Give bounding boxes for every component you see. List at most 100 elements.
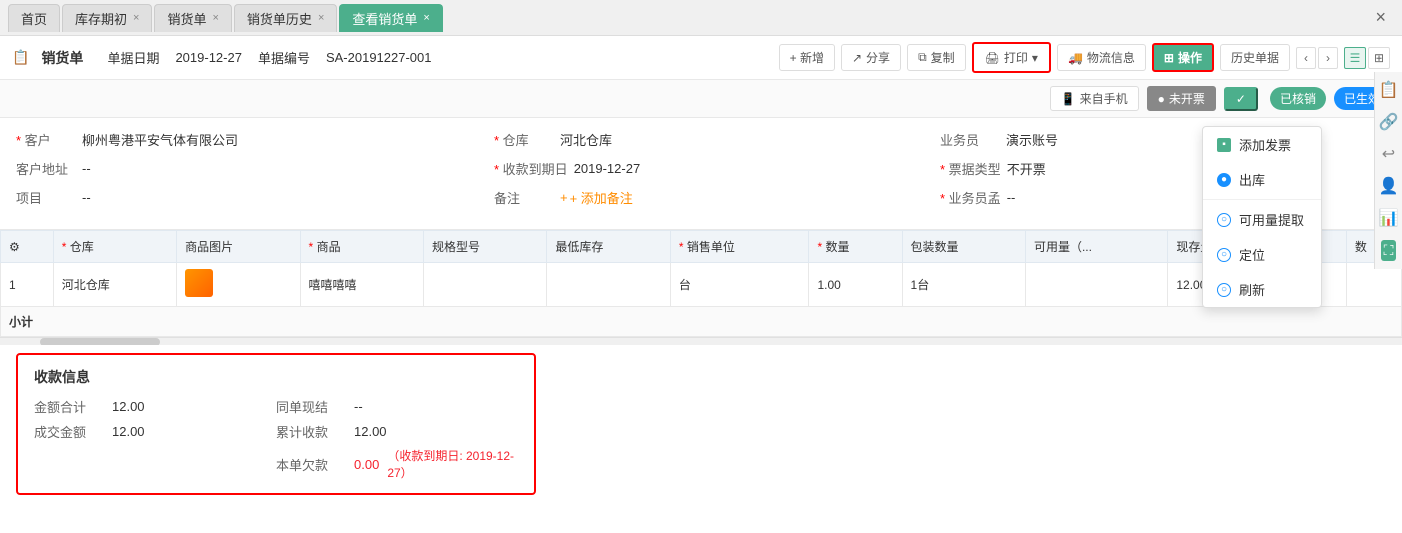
col-pack-qty: 包装数量 bbox=[902, 231, 1025, 263]
summary-box: 收款信息 金额合计 12.00 同单现结 -- 成交金额 12.00 累计收款 … bbox=[16, 353, 536, 495]
tab-view-sales[interactable]: 查看销货单 × bbox=[339, 4, 442, 32]
tab-sales-history-close[interactable]: × bbox=[318, 12, 324, 24]
cell-warehouse: 河北仓库 bbox=[53, 263, 176, 307]
same-order-label: 同单现结 bbox=[276, 397, 346, 416]
address-value: -- bbox=[82, 161, 91, 176]
col-available: 可用量（... bbox=[1025, 231, 1167, 263]
tab-sales-history[interactable]: 销货单历史 × bbox=[234, 4, 337, 32]
right-panel-icon-5[interactable]: 📊 bbox=[1379, 208, 1399, 228]
confirm-button[interactable]: ✓ bbox=[1224, 87, 1258, 111]
warehouse-value: 河北仓库 bbox=[560, 130, 612, 149]
right-panel-icon-4[interactable]: 👤 bbox=[1379, 176, 1399, 196]
logistics-icon: 🚚 bbox=[1068, 51, 1083, 65]
dropdown-divider-1 bbox=[1203, 199, 1321, 200]
transaction-amount-label: 成交金额 bbox=[34, 422, 104, 441]
salesman-label: 业务员孟 bbox=[940, 188, 1001, 207]
list-view-button[interactable]: ☰ bbox=[1344, 47, 1366, 69]
scroll-thumb[interactable] bbox=[40, 338, 160, 345]
available-qty-label: 可用量提取 bbox=[1239, 210, 1304, 229]
summary-grid: 金额合计 12.00 同单现结 -- 成交金额 12.00 累计收款 12.00… bbox=[34, 397, 518, 481]
prev-button[interactable]: ‹ bbox=[1296, 47, 1316, 69]
dropdown-item-refresh[interactable]: ○ 刷新 bbox=[1203, 272, 1321, 307]
operation-button[interactable]: ⊞ 操作 bbox=[1152, 43, 1214, 72]
logistics-button[interactable]: 🚚 物流信息 bbox=[1057, 44, 1146, 71]
due-date-label: 收款到期日 bbox=[494, 159, 568, 178]
balance-value: 0.00 bbox=[354, 457, 379, 472]
copy-label: 复制 bbox=[931, 49, 955, 66]
tab-inventory-init[interactable]: 库存期初 × bbox=[62, 4, 152, 32]
dropdown-item-available-qty[interactable]: ○ 可用量提取 bbox=[1203, 202, 1321, 237]
share-label: 分享 bbox=[866, 49, 890, 66]
summary-title: 收款信息 bbox=[34, 367, 518, 387]
locate-icon: ○ bbox=[1217, 248, 1231, 262]
add-note-button[interactable]: + + 添加备注 bbox=[560, 188, 633, 207]
same-order-value: -- bbox=[354, 399, 363, 414]
warehouse-field: 仓库 河北仓库 bbox=[494, 130, 940, 149]
dropdown-item-outbound[interactable]: ● 出库 bbox=[1203, 162, 1321, 197]
customer-value: 柳州粤港平安气体有限公司 bbox=[82, 130, 238, 149]
note-field: 备注 + + 添加备注 bbox=[494, 188, 940, 207]
tab-sales-order[interactable]: 销货单 × bbox=[154, 4, 231, 32]
right-panel-icon-1[interactable]: 📋 bbox=[1379, 80, 1399, 100]
window-close-button[interactable]: × bbox=[1367, 7, 1394, 28]
project-field: 项目 -- bbox=[16, 188, 462, 207]
tab-inventory-init-close[interactable]: × bbox=[133, 12, 139, 24]
not-open-ticket-label: 未开票 bbox=[1169, 90, 1205, 107]
sub-toolbar: 📱 来自手机 ● 未开票 ✓ 已核销 已生效 bbox=[0, 80, 1402, 118]
right-panel-icon-3[interactable]: ↩ bbox=[1382, 144, 1395, 164]
next-button[interactable]: › bbox=[1318, 47, 1338, 69]
tab-view-sales-label: 查看销货单 bbox=[352, 9, 417, 28]
outbound-icon: ● bbox=[1217, 173, 1231, 187]
note-label: 备注 bbox=[494, 188, 554, 207]
copy-icon: ⧉ bbox=[918, 50, 927, 65]
project-value: -- bbox=[82, 190, 91, 205]
scrollbar-stub[interactable] bbox=[0, 337, 1402, 345]
tab-home[interactable]: 首页 bbox=[8, 4, 60, 32]
toolbar-actions: + 新增 ↗ 分享 ⧉ 复制 🖨 打印 ▾ 🚚 物流信息 ⊞ bbox=[779, 42, 1390, 73]
date-label: 单据日期 bbox=[107, 48, 159, 67]
salesman-value: -- bbox=[1007, 190, 1016, 205]
dropdown-item-locate[interactable]: ○ 定位 bbox=[1203, 237, 1321, 272]
cell-pack-qty: 1台 bbox=[902, 263, 1025, 307]
history-button[interactable]: 历史单据 bbox=[1220, 44, 1290, 71]
history-label: 历史单据 bbox=[1231, 49, 1279, 66]
total-amount-value: 12.00 bbox=[112, 399, 145, 414]
new-button[interactable]: + 新增 bbox=[779, 44, 835, 71]
right-panel-icon-expand[interactable]: ⛶ bbox=[1381, 240, 1397, 261]
dropdown-item-add-invoice[interactable]: ▪ 添加发票 bbox=[1203, 127, 1321, 162]
add-invoice-label: 添加发票 bbox=[1239, 135, 1291, 154]
col-settings[interactable]: ⚙ bbox=[1, 231, 54, 263]
summary-transaction-amount: 成交金额 12.00 bbox=[34, 422, 276, 441]
outbound-label: 出库 bbox=[1239, 170, 1265, 189]
available-qty-icon: ○ bbox=[1217, 213, 1231, 227]
col-spec: 规格型号 bbox=[423, 231, 546, 263]
print-icon: 🖨 bbox=[985, 51, 1000, 65]
not-open-ticket-button[interactable]: ● 未开票 bbox=[1147, 86, 1216, 111]
view-toggle: ☰ ⊞ bbox=[1344, 47, 1390, 69]
address-label: 客户地址 bbox=[16, 159, 76, 178]
employee-label: 业务员 bbox=[940, 130, 1000, 149]
add-invoice-icon: ▪ bbox=[1217, 138, 1231, 152]
right-panel-icon-2[interactable]: 🔗 bbox=[1379, 112, 1399, 132]
tab-bar: 首页 库存期初 × 销货单 × 销货单历史 × 查看销货单 × × bbox=[0, 0, 1402, 36]
cell-sales-unit: 台 bbox=[670, 263, 809, 307]
doc-title: 销货单 bbox=[41, 48, 83, 68]
already-voided-badge: 已核销 bbox=[1270, 87, 1326, 110]
cell-quantity: 1.00 bbox=[809, 263, 902, 307]
main-content: 📋 销货单 单据日期 2019-12-27 单据编号 SA-20191227-0… bbox=[0, 36, 1402, 533]
share-button[interactable]: ↗ 分享 bbox=[841, 44, 901, 71]
total-amount-label: 金额合计 bbox=[34, 397, 104, 416]
confirm-icon: ✓ bbox=[1236, 92, 1246, 106]
logistics-label: 物流信息 bbox=[1087, 49, 1135, 66]
tab-view-sales-close[interactable]: × bbox=[423, 12, 429, 24]
copy-button[interactable]: ⧉ 复制 bbox=[907, 44, 966, 71]
cumulative-receipt-value: 12.00 bbox=[354, 424, 387, 439]
grid-view-button[interactable]: ⊞ bbox=[1368, 47, 1390, 69]
cell-available bbox=[1025, 263, 1167, 307]
refresh-label: 刷新 bbox=[1239, 280, 1265, 299]
print-button[interactable]: 🖨 打印 ▾ bbox=[975, 45, 1048, 70]
balance-note: （收款到期日: 2019-12-27） bbox=[387, 447, 518, 481]
tab-sales-order-close[interactable]: × bbox=[212, 12, 218, 24]
refresh-icon: ○ bbox=[1217, 283, 1231, 297]
from-phone-button[interactable]: 📱 来自手机 bbox=[1050, 86, 1139, 111]
